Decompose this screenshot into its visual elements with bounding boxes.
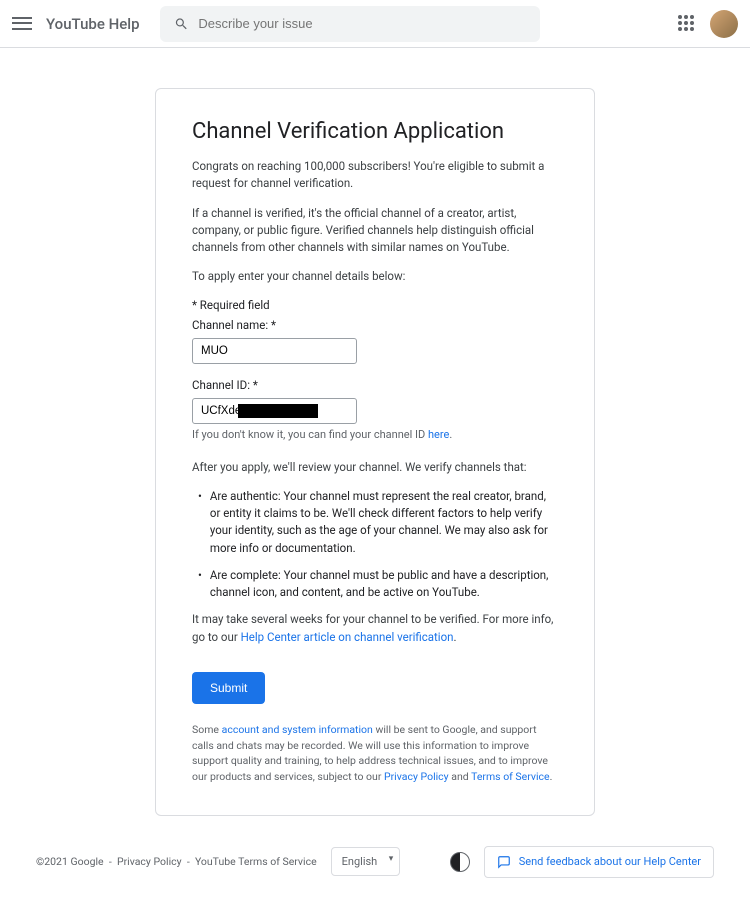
verification-card: Channel Verification Application Congrat…	[155, 88, 595, 816]
channel-id-label: Channel ID: *	[192, 378, 558, 392]
dark-mode-toggle[interactable]	[450, 852, 470, 872]
page-title: Channel Verification Application	[192, 119, 558, 144]
account-info-link[interactable]: account and system information	[222, 723, 373, 736]
bullet-complete: •Are complete: Your channel must be publ…	[192, 567, 558, 602]
channel-name-label: Channel name: *	[192, 318, 558, 332]
channel-id-input[interactable]	[192, 398, 357, 424]
footer-privacy-link[interactable]: Privacy Policy	[117, 855, 182, 868]
footer-terms-link[interactable]: YouTube Terms of Service	[195, 855, 317, 868]
search-bar[interactable]	[160, 6, 540, 42]
channel-name-input[interactable]	[192, 338, 357, 364]
search-icon	[174, 16, 189, 32]
intro-text: If a channel is verified, it's the offic…	[192, 205, 558, 257]
fine-print: Some account and system information will…	[192, 722, 558, 785]
bullet-authentic: •Are authentic: Your channel must repres…	[192, 488, 558, 557]
privacy-policy-link[interactable]: Privacy Policy	[384, 770, 449, 783]
after-apply-text: After you apply, we'll review your chann…	[192, 459, 558, 476]
submit-button[interactable]: Submit	[192, 672, 265, 704]
avatar[interactable]	[710, 10, 738, 38]
find-id-link[interactable]: here	[428, 428, 449, 441]
congrats-text: Congrats on reaching 100,000 subscribers…	[192, 158, 558, 193]
feedback-button[interactable]: Send feedback about our Help Center	[484, 846, 714, 878]
weeks-text: It may take several weeks for your chann…	[192, 611, 558, 646]
apps-icon[interactable]	[678, 15, 696, 33]
terms-link[interactable]: Terms of Service	[471, 770, 550, 783]
apply-text: To apply enter your channel details belo…	[192, 268, 558, 285]
logo: YouTube Help	[46, 15, 140, 33]
required-note: * Required field	[192, 298, 558, 312]
help-center-link[interactable]: Help Center article on channel verificat…	[241, 630, 454, 644]
language-select[interactable]: English	[331, 847, 401, 876]
menu-icon[interactable]	[12, 14, 32, 34]
search-input[interactable]	[198, 16, 525, 31]
copyright: ©2021 Google	[36, 855, 104, 868]
chat-icon	[497, 855, 511, 869]
